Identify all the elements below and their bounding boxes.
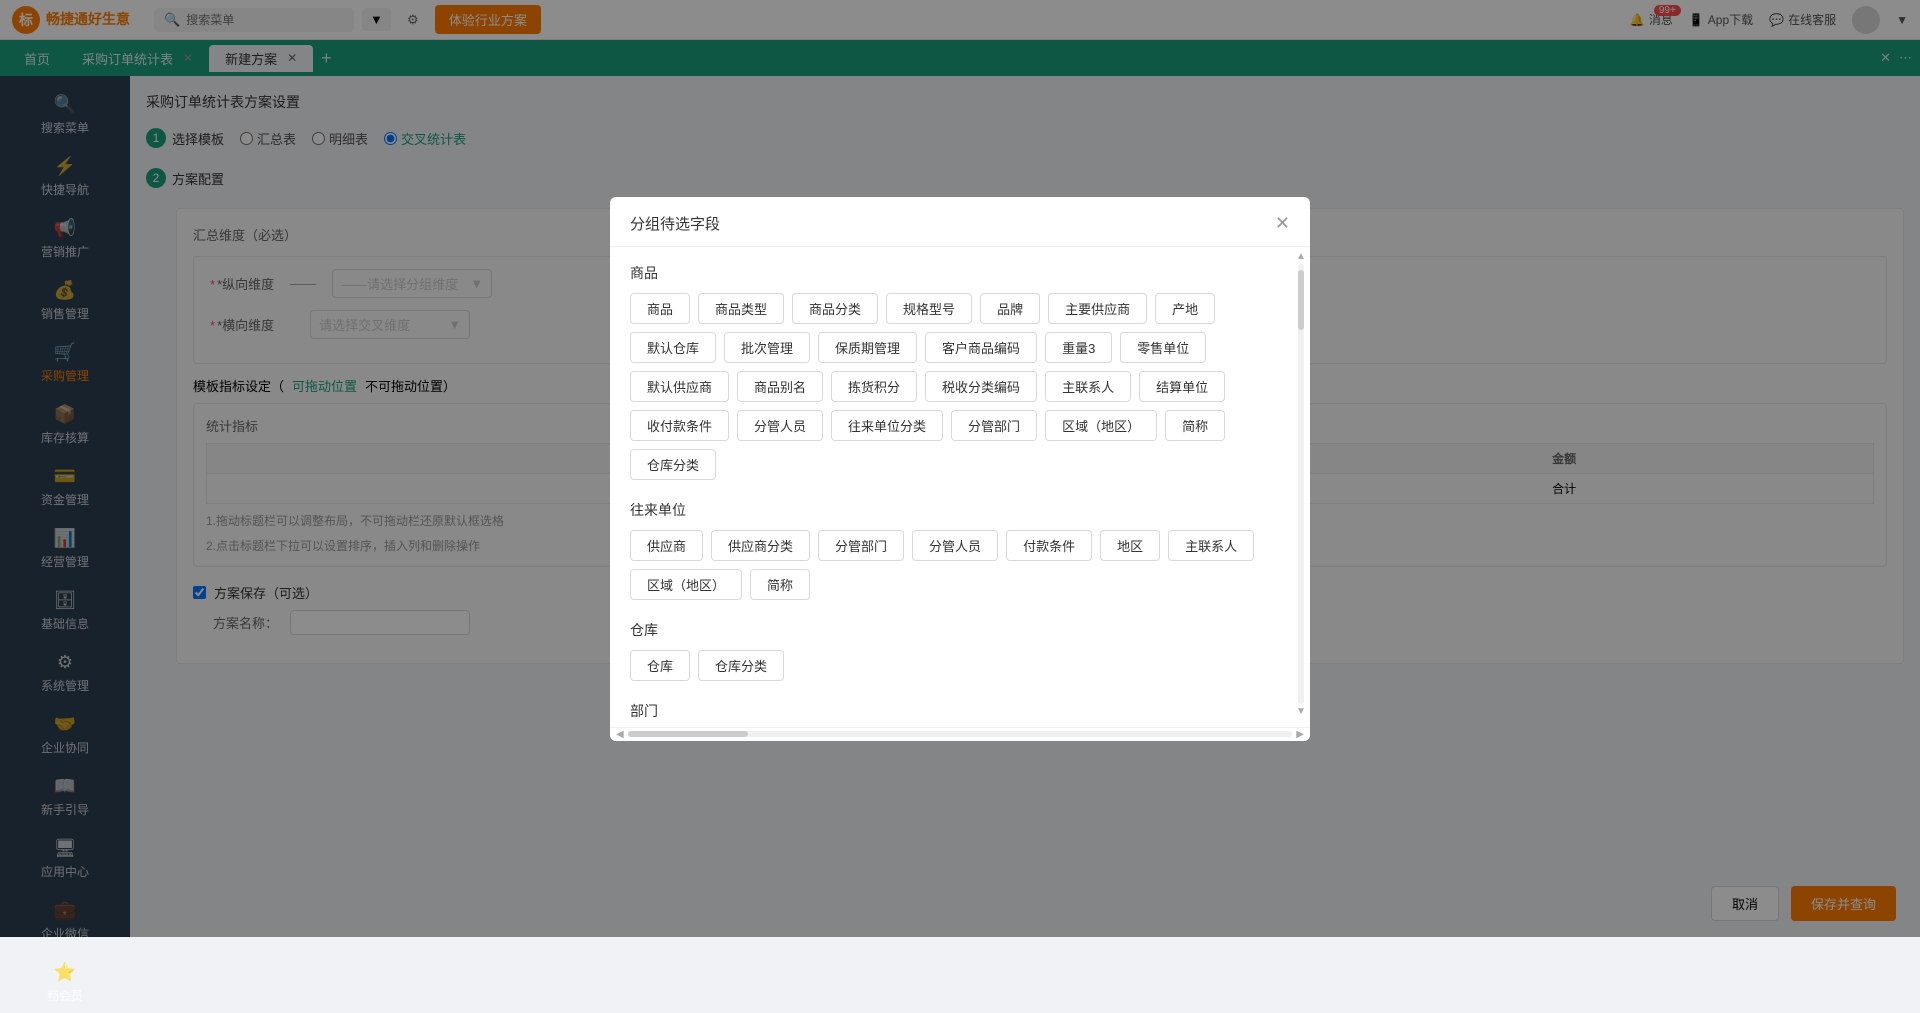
chip-area-counterpart[interactable]: 区域（地区） bbox=[630, 569, 742, 600]
modal-header: 分组待选字段 ✕ bbox=[610, 197, 1310, 247]
field-group-counterpart: 往来单位 供应商 供应商分类 分管部门 分管人员 付款条件 地区 主联系人 区域… bbox=[630, 500, 1290, 600]
field-group-dept-title: 部门 bbox=[630, 701, 1290, 721]
field-group-warehouse-title: 仓库 bbox=[630, 620, 1290, 640]
chip-warehouse-category[interactable]: 仓库分类 bbox=[630, 449, 716, 480]
modal-title: 分组待选字段 bbox=[630, 213, 720, 234]
chip-region-product[interactable]: 区域（地区） bbox=[1045, 410, 1157, 441]
vscroll-up-arrow[interactable]: ▲ bbox=[1296, 251, 1306, 262]
chip-manager-dept[interactable]: 分管部门 bbox=[951, 410, 1037, 441]
product-chips: 商品 商品类型 商品分类 规格型号 品牌 主要供应商 产地 默认仓库 批次管理 … bbox=[630, 293, 1290, 480]
chip-short-name-product[interactable]: 简称 bbox=[1165, 410, 1225, 441]
chip-main-contact[interactable]: 主联系人 bbox=[1045, 371, 1131, 402]
field-group-dept: 部门 部门 bbox=[630, 701, 1290, 727]
chip-tax-code[interactable]: 税收分类编码 bbox=[925, 371, 1037, 402]
chip-shelf-life[interactable]: 保质期管理 bbox=[818, 332, 917, 363]
hscroll-thumb[interactable] bbox=[628, 731, 748, 737]
vscroll-wrapper: ▲ ▼ bbox=[1294, 251, 1308, 717]
chip-supplier[interactable]: 供应商 bbox=[630, 530, 703, 561]
chip-settle-unit[interactable]: 结算单位 bbox=[1139, 371, 1225, 402]
chip-warehouse[interactable]: 仓库 bbox=[630, 650, 690, 681]
chip-default-warehouse[interactable]: 默认仓库 bbox=[630, 332, 716, 363]
chip-supplier-category[interactable]: 供应商分类 bbox=[711, 530, 810, 561]
warehouse-chips: 仓库 仓库分类 bbox=[630, 650, 1290, 681]
chip-staff-counterpart[interactable]: 分管人员 bbox=[912, 530, 998, 561]
modal-hscroll: ◀ ▶ bbox=[610, 727, 1310, 741]
chip-short-name-counterpart[interactable]: 简称 bbox=[750, 569, 810, 600]
chip-product-alias[interactable]: 商品别名 bbox=[737, 371, 823, 402]
chip-manager-staff[interactable]: 分管人员 bbox=[737, 410, 823, 441]
hscroll-right-arrow[interactable]: ▶ bbox=[1296, 729, 1304, 740]
vscroll-down-arrow[interactable]: ▼ bbox=[1296, 706, 1306, 717]
counterpart-chips: 供应商 供应商分类 分管部门 分管人员 付款条件 地区 主联系人 区域（地区） … bbox=[630, 530, 1290, 600]
chip-product-category[interactable]: 商品分类 bbox=[792, 293, 878, 324]
chip-retail-unit[interactable]: 零售单位 bbox=[1120, 332, 1206, 363]
modal-body: 商品 商品 商品类型 商品分类 规格型号 品牌 主要供应商 产地 默认仓库 批次… bbox=[610, 247, 1310, 727]
chip-brand[interactable]: 品牌 bbox=[980, 293, 1040, 324]
chip-customer-code[interactable]: 客户商品编码 bbox=[925, 332, 1037, 363]
chip-warehouse-cat[interactable]: 仓库分类 bbox=[698, 650, 784, 681]
chip-region-counterpart[interactable]: 地区 bbox=[1100, 530, 1160, 561]
chip-main-contact-counterpart[interactable]: 主联系人 bbox=[1168, 530, 1254, 561]
chip-product-type[interactable]: 商品类型 bbox=[698, 293, 784, 324]
chip-spec-model[interactable]: 规格型号 bbox=[886, 293, 972, 324]
chip-product[interactable]: 商品 bbox=[630, 293, 690, 324]
field-group-product-title: 商品 bbox=[630, 263, 1290, 283]
chip-weight3[interactable]: 重量3 bbox=[1045, 332, 1112, 363]
field-group-warehouse: 仓库 仓库 仓库分类 bbox=[630, 620, 1290, 681]
vscroll-thumb[interactable] bbox=[1298, 270, 1304, 330]
modal-dialog: 分组待选字段 ✕ ▲ ▼ 商品 商品 商品类型 商品分类 规格型号 品牌 主要供 bbox=[610, 197, 1310, 741]
chip-main-supplier[interactable]: 主要供应商 bbox=[1048, 293, 1147, 324]
chip-batch-mgmt[interactable]: 批次管理 bbox=[724, 332, 810, 363]
chip-payment-condition[interactable]: 付款条件 bbox=[1006, 530, 1092, 561]
modal-close-button[interactable]: ✕ bbox=[1275, 213, 1290, 234]
field-group-product: 商品 商品 商品类型 商品分类 规格型号 品牌 主要供应商 产地 默认仓库 批次… bbox=[630, 263, 1290, 480]
vscroll-track bbox=[1298, 264, 1304, 704]
chip-counterpart-category[interactable]: 往来单位分类 bbox=[831, 410, 943, 441]
modal-overlay: 分组待选字段 ✕ ▲ ▼ 商品 商品 商品类型 商品分类 规格型号 品牌 主要供 bbox=[0, 0, 1920, 937]
chip-default-supplier[interactable]: 默认供应商 bbox=[630, 371, 729, 402]
chip-dept-counterpart[interactable]: 分管部门 bbox=[818, 530, 904, 561]
chip-pick-points[interactable]: 拣货积分 bbox=[831, 371, 917, 402]
hscroll-left-arrow[interactable]: ◀ bbox=[616, 729, 624, 740]
chip-payment-terms[interactable]: 收付款条件 bbox=[630, 410, 729, 441]
chip-origin[interactable]: 产地 bbox=[1155, 293, 1215, 324]
hscroll-track bbox=[628, 731, 1293, 737]
field-group-counterpart-title: 往来单位 bbox=[630, 500, 1290, 520]
